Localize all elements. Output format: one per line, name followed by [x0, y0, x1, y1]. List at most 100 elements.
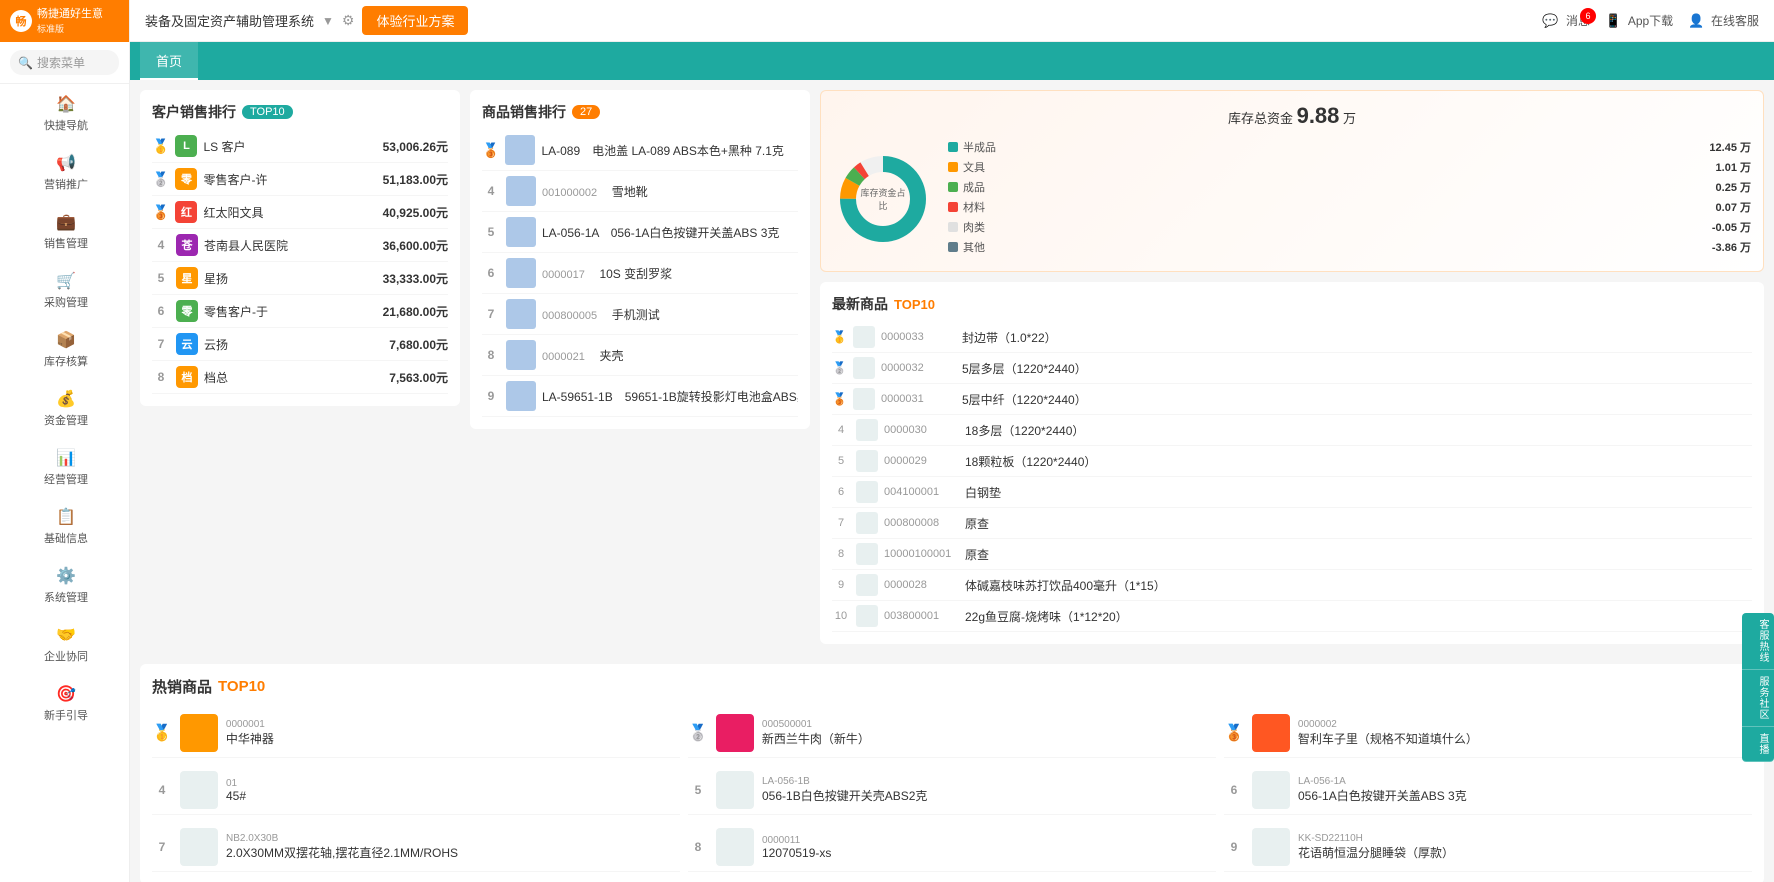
sidebar-item-label: 库存核算 [44, 353, 88, 369]
avatar: 云 [176, 333, 198, 355]
sidebar-search-section[interactable]: 🔍 搜索菜单 [0, 42, 129, 84]
table-row: 🥈 零 零售客户-许 51,183.00元 [152, 163, 448, 196]
sidebar-item-inventory[interactable]: 📦 库存核算 [0, 320, 129, 379]
sidebar-item-label: 基础信息 [44, 530, 88, 546]
customer-value: 51,183.00元 [383, 171, 448, 188]
right-column: 库存总资金 9.88 万 [820, 90, 1764, 654]
float-btn-service[interactable]: 客服热线 [1742, 613, 1774, 670]
rank-number: 4 [152, 238, 170, 252]
product-thumb [853, 357, 875, 379]
product-info: 0000001 中华神器 [226, 719, 680, 747]
trial-button[interactable]: 体验行业方案 [362, 6, 468, 35]
rank-number: 9 [832, 579, 850, 591]
inventory-icon: 📦 [56, 330, 76, 350]
legend-item: 其他 -3.86 万 [948, 239, 1751, 255]
product-name: 体碱嘉枝味苏打饮品400毫升（1*15） [965, 577, 1752, 594]
legend-item: 半成品 12.45 万 [948, 139, 1751, 155]
hot-products-grid: 🥇 0000001 中华神器 🥈 000500001 新西兰牛肉（新牛） [152, 709, 1752, 872]
customer-value: 21,680.00元 [383, 303, 448, 320]
product-code: 01 [226, 778, 680, 789]
table-row: 7 云 云扬 7,680.00元 [152, 328, 448, 361]
list-item: 🥇 0000001 中华神器 [152, 709, 680, 758]
rank-number: 7 [152, 840, 172, 854]
list-item: 🥈 0000032 5层多层（1220*2440） [832, 353, 1752, 384]
product-thumb [856, 543, 878, 565]
product-name: 18多层（1220*2440） [965, 422, 1752, 439]
guide-icon: 🎯 [56, 684, 76, 704]
legend-color-dot [948, 202, 958, 212]
new-products-title-text: 最新商品 [832, 294, 888, 314]
sidebar-item-basics[interactable]: 📋 基础信息 [0, 497, 129, 556]
product-code: 0000002 [1298, 719, 1752, 730]
list-item: 9 KK-SD22110H 花语萌恒温分腿睡袋（厚款） [1224, 823, 1752, 872]
customer-ranking-badge: TOP10 [242, 105, 293, 119]
rank-number: 5 [482, 225, 500, 239]
legend-item: 成品 0.25 万 [948, 179, 1751, 195]
sidebar-item-operations[interactable]: 📊 经营管理 [0, 438, 129, 497]
list-item: 6 004100001 白钢垫 [832, 477, 1752, 508]
legend-color-dot [948, 182, 958, 192]
legend-value: 0.25 万 [1716, 179, 1751, 195]
sidebar-item-collab[interactable]: 🤝 企业协同 [0, 615, 129, 674]
product-thumb [856, 419, 878, 441]
sidebar-item-label: 营销推广 [44, 176, 88, 192]
tab-home[interactable]: 首页 [140, 42, 198, 80]
customer-name: 云扬 [204, 336, 383, 353]
purchase-icon: 🛒 [56, 271, 76, 291]
product-code: 000800005 [542, 310, 608, 322]
customer-value: 7,680.00元 [389, 336, 448, 353]
table-row: 🥇 L LS 客户 53,006.26元 [152, 130, 448, 163]
product-image [1252, 714, 1290, 752]
product-info: 01 45# [226, 778, 680, 803]
float-btn-community[interactable]: 服务社区 [1742, 670, 1774, 727]
operations-icon: 📊 [56, 448, 76, 468]
new-products-card: 最新商品 TOP10 🥇 0000033 封边带（1.0*22） [820, 282, 1764, 644]
hot-products-badge: TOP10 [218, 678, 265, 695]
product-code: 0000011 [762, 835, 1216, 846]
message-button[interactable]: 💬 6 消息 [1542, 12, 1590, 29]
sidebar-item-purchase[interactable]: 🛒 采购管理 [0, 261, 129, 320]
settings-gear-icon[interactable]: ⚙ [342, 12, 355, 29]
table-row: 5 LA-056-1A 056-1A白色按键开关盖ABS 3克 [482, 212, 798, 253]
customer-name: 档总 [204, 369, 383, 386]
table-row: 6 零 零售客户-于 21,680.00元 [152, 295, 448, 328]
sidebar-item-home[interactable]: 🏠 快捷导航 [0, 84, 129, 143]
online-service-button[interactable]: 👤 在线客服 [1688, 12, 1759, 29]
legend-value: -3.86 万 [1712, 239, 1751, 255]
sidebar-item-guide[interactable]: 🎯 新手引导 [0, 674, 129, 733]
dropdown-arrow-icon[interactable]: ▼ [322, 14, 334, 28]
customer-value: 7,563.00元 [389, 369, 448, 386]
sidebar-item-label: 采购管理 [44, 294, 88, 310]
inventory-title: 库存总资金 [1228, 111, 1293, 126]
sidebar-item-label: 销售管理 [44, 235, 88, 251]
avatar: 零 [176, 300, 198, 322]
product-info: LA-056-1A 056-1A白色按键开关盖ABS 3克 [1298, 776, 1752, 804]
inventory-value: 9.88 [1297, 103, 1340, 128]
table-row: 🥉 LA-089 电池盖 LA-089 ABS本色+黑种 7.1克 [482, 130, 798, 171]
sidebar-item-finance[interactable]: 💰 资金管理 [0, 379, 129, 438]
sidebar-item-sales[interactable]: 💼 销售管理 [0, 202, 129, 261]
product-image [1252, 771, 1290, 809]
customer-value: 33,333.00元 [383, 270, 448, 287]
marketing-icon: 📢 [56, 153, 76, 173]
search-menu-label: 搜索菜单 [37, 54, 85, 71]
app-download-button[interactable]: 📱 App下载 [1605, 12, 1673, 29]
legend-name: 成品 [963, 179, 1711, 195]
medal-silver-icon: 🥈 [152, 171, 169, 188]
product-name: LA-056-1A 056-1A白色按键开关盖ABS 3克 [542, 226, 779, 240]
product-thumb [856, 512, 878, 534]
sidebar-item-marketing[interactable]: 📢 营销推广 [0, 143, 129, 202]
search-menu-button[interactable]: 🔍 搜索菜单 [10, 50, 119, 75]
legend-value: 0.07 万 [1716, 199, 1751, 215]
topbar: 装备及固定资产辅助管理系统 ▼ ⚙ 体验行业方案 💬 6 消息 📱 App下载 … [130, 0, 1774, 42]
list-item: 5 LA-056-1B 056-1B白色按键开关壳ABS2克 [688, 766, 1216, 815]
product-code: 0000032 [881, 362, 956, 374]
float-btn-live[interactable]: 直播 [1742, 727, 1774, 762]
sidebar-item-system[interactable]: ⚙️ 系统管理 [0, 556, 129, 615]
medal-bronze-icon: 🥉 [152, 204, 169, 221]
avatar: 星 [176, 267, 198, 289]
table-row: 8 档 档总 7,563.00元 [152, 361, 448, 394]
rank-number: 8 [152, 370, 170, 384]
product-image [506, 299, 536, 329]
product-image [506, 217, 536, 247]
